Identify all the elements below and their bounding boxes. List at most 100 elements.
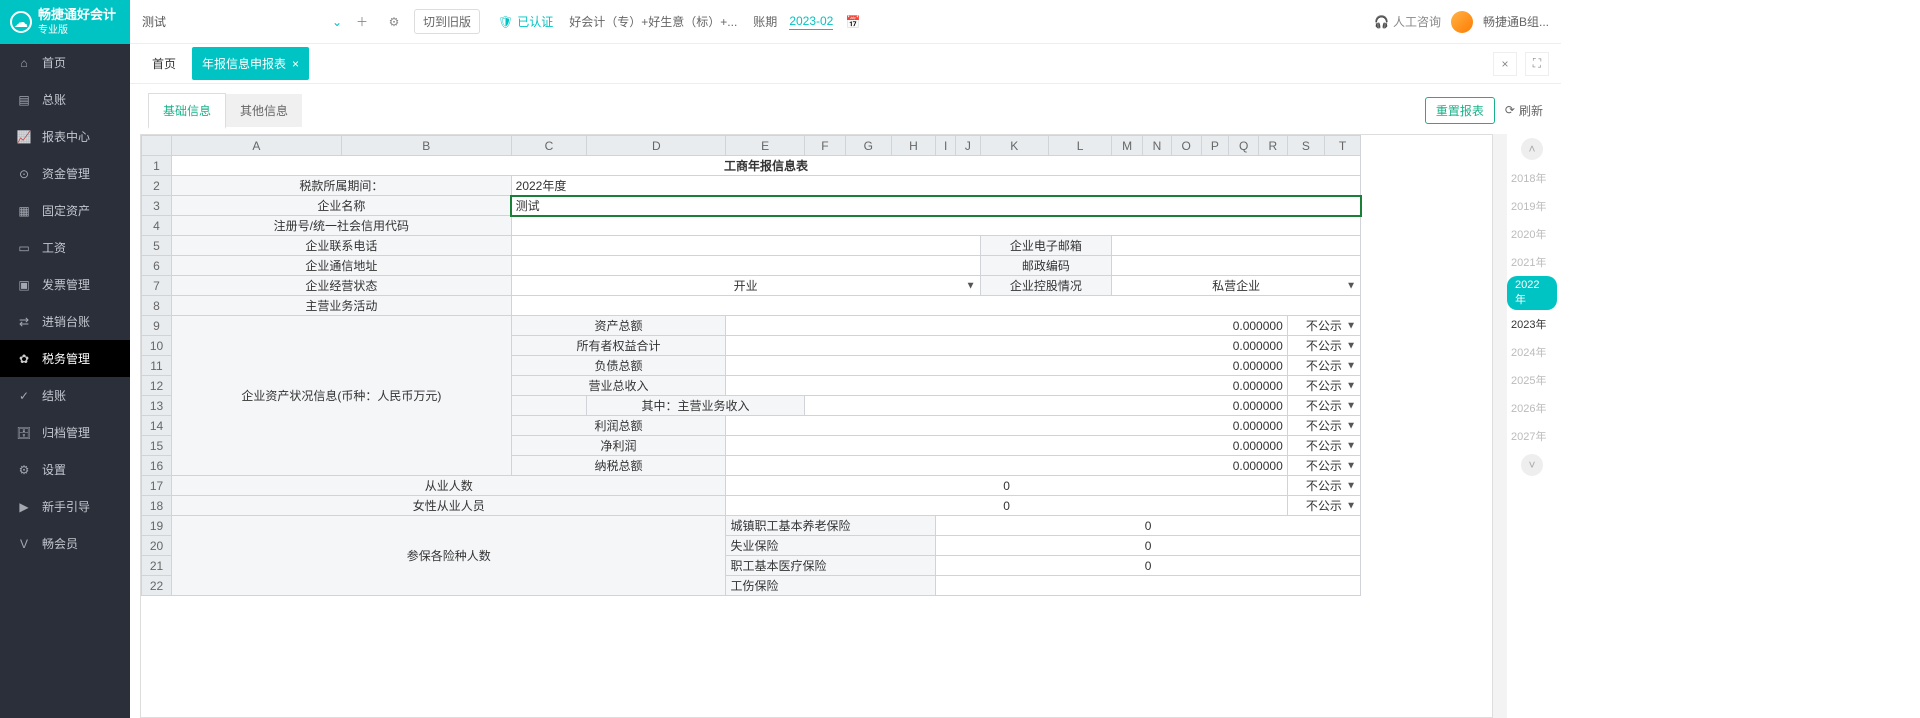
support-button[interactable]: 🎧 人工咨询 <box>1374 13 1441 30</box>
value-cell[interactable]: 0 <box>936 536 1361 556</box>
value-cell[interactable]: 0.000000 <box>804 396 1287 416</box>
year-down-button[interactable]: ˅ <box>1521 454 1543 476</box>
row-header[interactable]: 2 <box>142 176 172 196</box>
row-header[interactable]: 14 <box>142 416 172 436</box>
col-header[interactable]: A <box>172 136 342 156</box>
add-org-button[interactable]: ＋ <box>350 10 374 34</box>
dropdown-cell[interactable]: 开业▼ <box>511 276 980 296</box>
dropdown-cell[interactable]: 不公示▼ <box>1287 416 1360 436</box>
dropdown-cell[interactable]: 不公示▼ <box>1287 496 1360 516</box>
row-header[interactable]: 12 <box>142 376 172 396</box>
sidebar-item-fund[interactable]: ⊙资金管理 <box>0 155 130 192</box>
value-cell[interactable]: 0.000000 <box>726 416 1287 436</box>
row-header[interactable]: 13 <box>142 396 172 416</box>
year-up-button[interactable]: ˄ <box>1521 138 1543 160</box>
data-cell[interactable] <box>511 296 1360 316</box>
year-2018年[interactable]: 2018年 <box>1507 164 1557 192</box>
calendar-icon[interactable]: 📅 <box>841 10 865 34</box>
value-cell[interactable]: 0 <box>936 556 1361 576</box>
col-header[interactable]: M <box>1112 136 1143 156</box>
sidebar-item-salary[interactable]: ▭工资 <box>0 229 130 266</box>
col-header[interactable]: H <box>891 136 935 156</box>
sidebar-item-archive[interactable]: 🗄归档管理 <box>0 414 130 451</box>
row-header[interactable]: 17 <box>142 476 172 496</box>
value-cell[interactable]: 0.000000 <box>726 436 1287 456</box>
col-header[interactable]: K <box>980 136 1048 156</box>
tab-home[interactable]: 首页 <box>142 49 186 78</box>
col-header[interactable]: E <box>726 136 804 156</box>
value-cell[interactable]: 0.000000 <box>726 336 1287 356</box>
col-header[interactable]: I <box>936 136 956 156</box>
sidebar-item-guide[interactable]: ▶新手引导 <box>0 488 130 525</box>
row-header[interactable]: 3 <box>142 196 172 216</box>
row-header[interactable]: 15 <box>142 436 172 456</box>
value-cell[interactable]: 0.000000 <box>726 316 1287 336</box>
value-cell[interactable]: 0 <box>726 496 1287 516</box>
row-header[interactable]: 21 <box>142 556 172 576</box>
dropdown-cell[interactable]: 不公示▼ <box>1287 476 1360 496</box>
row-header[interactable]: 16 <box>142 456 172 476</box>
row-header[interactable]: 1 <box>142 156 172 176</box>
dropdown-cell[interactable]: 不公示▼ <box>1287 456 1360 476</box>
tab-close-all-button[interactable]: × <box>1493 52 1517 76</box>
col-header[interactable]: S <box>1287 136 1324 156</box>
col-header[interactable]: D <box>587 136 726 156</box>
dropdown-cell[interactable]: 不公示▼ <box>1287 356 1360 376</box>
row-header[interactable]: 9 <box>142 316 172 336</box>
sidebar-item-report[interactable]: 📈报表中心 <box>0 118 130 155</box>
sidebar-item-home[interactable]: ⌂首页 <box>0 44 130 81</box>
company-name-cell[interactable]: 测试 <box>511 196 1360 216</box>
scrollbar-vertical[interactable] <box>1493 134 1507 718</box>
row-header[interactable]: 18 <box>142 496 172 516</box>
col-header[interactable]: J <box>956 136 980 156</box>
sidebar-item-settings[interactable]: ⚙设置 <box>0 451 130 488</box>
row-header[interactable]: 10 <box>142 336 172 356</box>
dropdown-cell[interactable]: 私营企业▼ <box>1112 276 1361 296</box>
col-header[interactable] <box>142 136 172 156</box>
col-header[interactable]: O <box>1171 136 1201 156</box>
dropdown-cell[interactable]: 不公示▼ <box>1287 376 1360 396</box>
switch-old-button[interactable]: 切到旧版 <box>414 9 480 34</box>
close-icon[interactable]: × <box>292 57 299 71</box>
year-2027年[interactable]: 2027年 <box>1507 422 1557 450</box>
year-2023年[interactable]: 2023年 <box>1507 310 1557 338</box>
data-cell[interactable] <box>1112 256 1361 276</box>
subtab-other[interactable]: 其他信息 <box>226 94 302 127</box>
year-2025年[interactable]: 2025年 <box>1507 366 1557 394</box>
row-header[interactable]: 8 <box>142 296 172 316</box>
year-2026年[interactable]: 2026年 <box>1507 394 1557 422</box>
sidebar-item-invoice[interactable]: ▣发票管理 <box>0 266 130 303</box>
spreadsheet[interactable]: ABCDEFGHIJKLMNOPQRST1工商年报信息表2税款所属期间：2022… <box>140 134 1493 718</box>
col-header[interactable]: P <box>1201 136 1229 156</box>
org-selector[interactable]: 测试 ⌄ <box>142 13 342 30</box>
year-2022年[interactable]: 2022年 <box>1507 276 1557 310</box>
col-header[interactable]: Q <box>1229 136 1259 156</box>
col-header[interactable]: N <box>1143 136 1172 156</box>
value-cell[interactable]: 0.000000 <box>726 356 1287 376</box>
value-cell[interactable]: 0.000000 <box>726 376 1287 396</box>
dropdown-cell[interactable]: 不公示▼ <box>1287 316 1360 336</box>
org-settings-button[interactable]: ⚙ <box>382 10 406 34</box>
year-2019年[interactable]: 2019年 <box>1507 192 1557 220</box>
sidebar-item-ledger[interactable]: ▤总账 <box>0 81 130 118</box>
row-header[interactable]: 4 <box>142 216 172 236</box>
value-cell[interactable]: 0.000000 <box>726 456 1287 476</box>
year-2024年[interactable]: 2024年 <box>1507 338 1557 366</box>
col-header[interactable]: C <box>511 136 587 156</box>
col-header[interactable]: B <box>341 136 511 156</box>
tab-annual-report[interactable]: 年报信息申报表 × <box>192 47 309 80</box>
row-header[interactable]: 5 <box>142 236 172 256</box>
sidebar-item-close-period[interactable]: ✓结账 <box>0 377 130 414</box>
row-header[interactable]: 22 <box>142 576 172 596</box>
value-cell[interactable]: 0 <box>726 476 1287 496</box>
row-header[interactable]: 11 <box>142 356 172 376</box>
sidebar-item-vip[interactable]: V畅会员 <box>0 525 130 562</box>
value-cell[interactable]: 0 <box>936 516 1361 536</box>
col-header[interactable]: T <box>1325 136 1361 156</box>
row-header[interactable]: 6 <box>142 256 172 276</box>
sidebar-item-stock[interactable]: ⇄进销台账 <box>0 303 130 340</box>
row-header[interactable]: 20 <box>142 536 172 556</box>
data-cell[interactable] <box>511 216 1360 236</box>
dropdown-cell[interactable]: 不公示▼ <box>1287 396 1360 416</box>
value-cell[interactable] <box>936 576 1361 596</box>
